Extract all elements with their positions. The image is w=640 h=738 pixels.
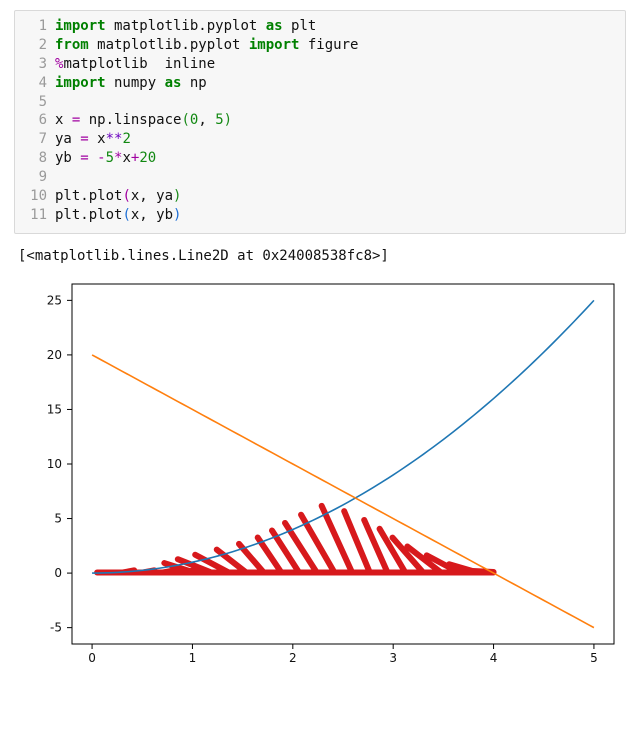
x-tick-label: 1 bbox=[189, 651, 197, 665]
series-ya bbox=[92, 300, 594, 573]
x-ticks: 0 1 2 3 4 5 bbox=[88, 644, 597, 665]
annotation-scribble bbox=[97, 506, 493, 573]
output-text: [<matplotlib.lines.Line2D at 0x24008538f… bbox=[18, 248, 626, 264]
code-line: 5 bbox=[15, 93, 625, 112]
line-number: 7 bbox=[15, 130, 55, 149]
code-line: 11plt.plot(x, yb) bbox=[15, 206, 625, 225]
code-line: 10plt.plot(x, ya) bbox=[15, 187, 625, 206]
x-tick-label: 3 bbox=[389, 651, 397, 665]
code-line: 7ya = x**2 bbox=[15, 130, 625, 149]
code-line: 9 bbox=[15, 168, 625, 187]
line-number: 6 bbox=[15, 111, 55, 130]
y-tick-label: 10 bbox=[47, 457, 62, 471]
y-ticks: -5 0 5 10 15 20 25 bbox=[47, 293, 72, 634]
y-tick-label: 20 bbox=[47, 348, 62, 362]
code-content: from matplotlib.pyplot import figure bbox=[55, 36, 358, 55]
code-content: plt.plot(x, ya) bbox=[55, 187, 181, 206]
code-content: plt.plot(x, yb) bbox=[55, 206, 181, 225]
code-line: 6x = np.linspace(0, 5) bbox=[15, 111, 625, 130]
code-line: 3%matplotlib inline bbox=[15, 55, 625, 74]
line-number: 1 bbox=[15, 17, 55, 36]
line-number: 2 bbox=[15, 36, 55, 55]
line-number: 8 bbox=[15, 149, 55, 168]
code-content: ya = x**2 bbox=[55, 130, 131, 149]
line-number: 9 bbox=[15, 168, 55, 187]
series-yb bbox=[92, 355, 594, 628]
code-line: 2from matplotlib.pyplot import figure bbox=[15, 36, 625, 55]
y-tick-label: 25 bbox=[47, 293, 62, 307]
code-content: %matplotlib inline bbox=[55, 55, 215, 74]
x-tick-label: 0 bbox=[88, 651, 96, 665]
line-number: 5 bbox=[15, 93, 55, 112]
code-content: x = np.linspace(0, 5) bbox=[55, 111, 232, 130]
y-tick-label: 5 bbox=[54, 511, 62, 525]
y-tick-label: 0 bbox=[54, 566, 62, 580]
chart: 0 1 2 3 4 5 -5 0 5 10 15 20 25 bbox=[14, 274, 626, 674]
plot-border bbox=[72, 284, 614, 644]
x-tick-label: 4 bbox=[490, 651, 498, 665]
code-line: 4import numpy as np bbox=[15, 74, 625, 93]
code-content: yb = -5*x+20 bbox=[55, 149, 156, 168]
x-tick-label: 5 bbox=[590, 651, 598, 665]
code-line: 1import matplotlib.pyplot as plt bbox=[15, 17, 625, 36]
line-number: 4 bbox=[15, 74, 55, 93]
line-number: 3 bbox=[15, 55, 55, 74]
code-content: import numpy as np bbox=[55, 74, 207, 93]
line-number: 10 bbox=[15, 187, 55, 206]
code-content: import matplotlib.pyplot as plt bbox=[55, 17, 316, 36]
code-content bbox=[55, 168, 63, 187]
code-cell: 1import matplotlib.pyplot as plt2from ma… bbox=[14, 10, 626, 234]
line-number: 11 bbox=[15, 206, 55, 225]
code-content bbox=[55, 93, 63, 112]
y-tick-label: 15 bbox=[47, 402, 62, 416]
y-tick-label: -5 bbox=[50, 620, 62, 634]
code-line: 8yb = -5*x+20 bbox=[15, 149, 625, 168]
x-tick-label: 2 bbox=[289, 651, 297, 665]
